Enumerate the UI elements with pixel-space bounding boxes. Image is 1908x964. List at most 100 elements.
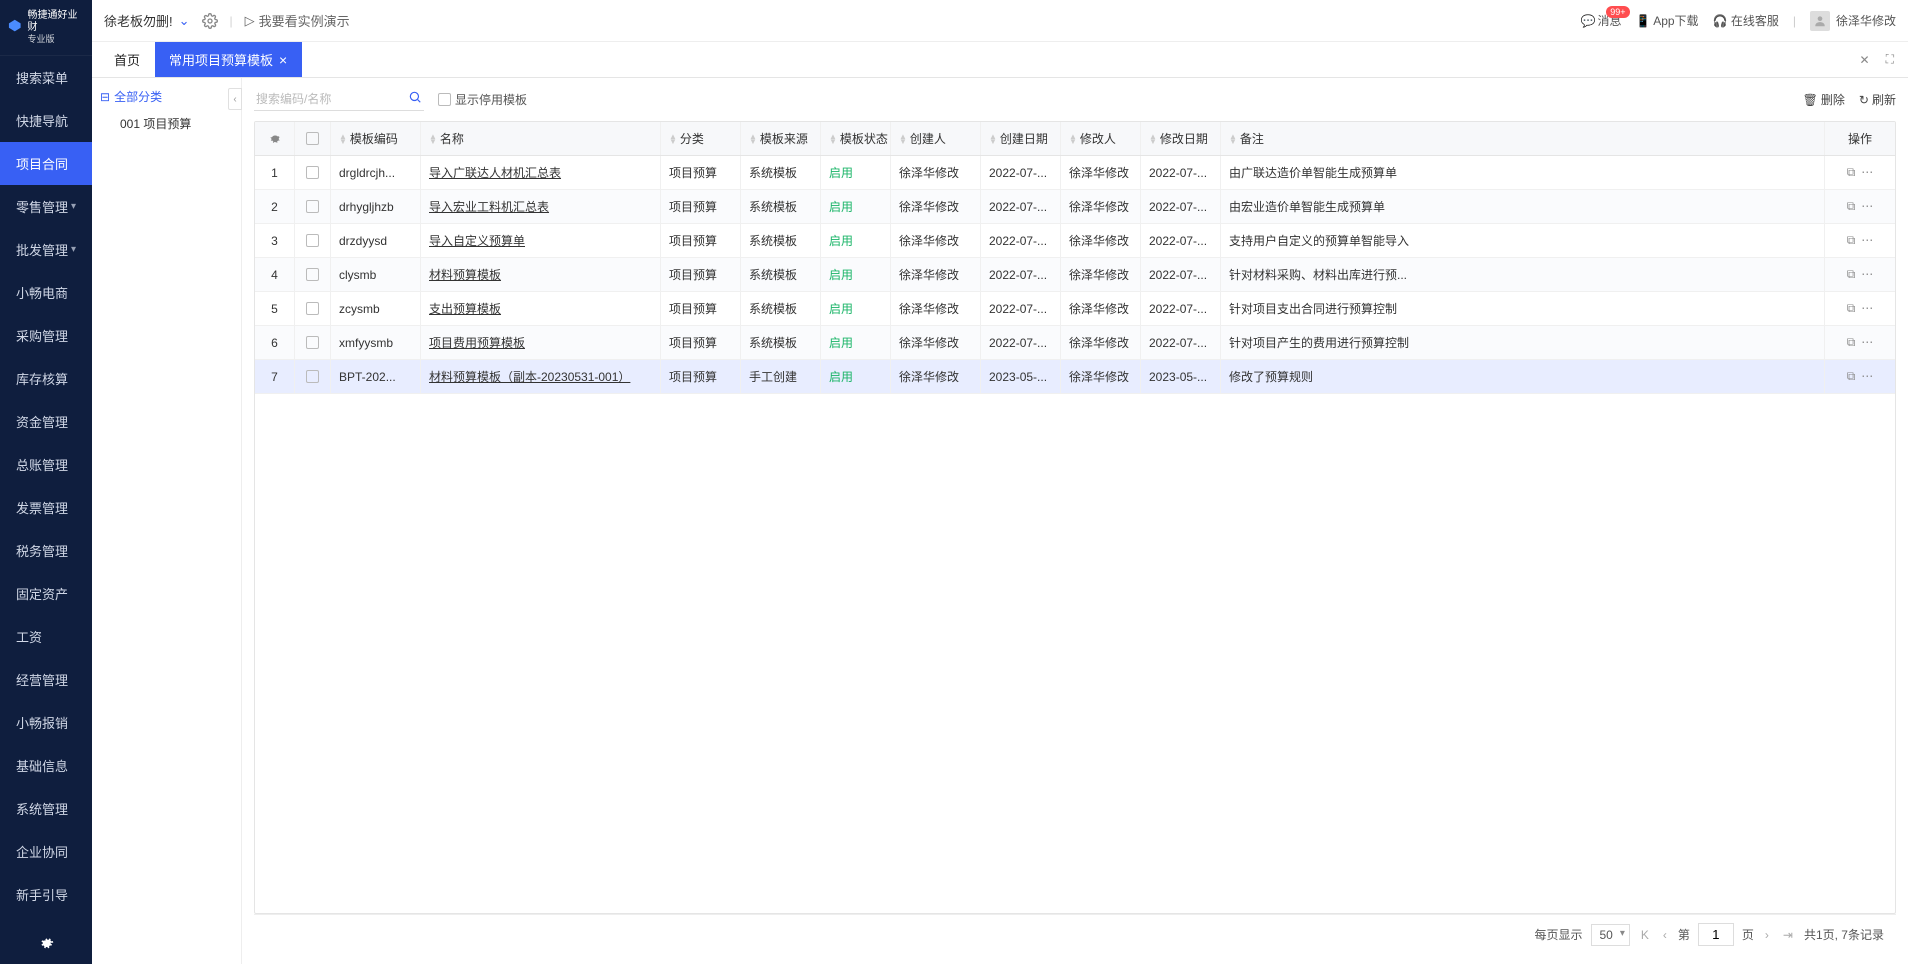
view-icon[interactable]: ⧉ xyxy=(1847,233,1856,248)
table-row[interactable]: 3drzdyysd导入自定义预算单项目预算系统模板启用徐泽华修改2022-07-… xyxy=(255,224,1895,258)
col-note[interactable]: ▲▼备注 xyxy=(1221,122,1825,155)
messages-badge: 99+ xyxy=(1606,6,1629,18)
row-checkbox[interactable] xyxy=(295,258,331,291)
sidebar-item-0[interactable]: 搜索菜单 xyxy=(0,56,92,99)
more-icon[interactable]: ⋯ xyxy=(1861,233,1873,248)
col-select-all[interactable] xyxy=(295,122,331,155)
row-creator: 徐泽华修改 xyxy=(891,326,981,359)
col-category[interactable]: ▲▼分类 xyxy=(661,122,741,155)
last-page-button[interactable]: ⇥ xyxy=(1780,928,1796,942)
row-name-link[interactable]: 支出预算模板 xyxy=(421,292,661,325)
sidebar-item-7[interactable]: 库存核算 xyxy=(0,357,92,400)
customer-service-button[interactable]: 🎧 在线客服 xyxy=(1713,12,1779,29)
user-menu[interactable]: 徐泽华修改 xyxy=(1810,11,1896,31)
row-name-link[interactable]: 导入自定义预算单 xyxy=(421,224,661,257)
show-disabled-checkbox[interactable]: 显示停用模板 xyxy=(438,91,527,108)
settings-icon[interactable] xyxy=(202,13,218,29)
view-icon[interactable]: ⧉ xyxy=(1847,267,1856,282)
table-row[interactable]: 1drgldrcjh...导入广联达人材机汇总表项目预算系统模板启用徐泽华修改2… xyxy=(255,156,1895,190)
row-name-link[interactable]: 导入宏业工料机汇总表 xyxy=(421,190,661,223)
sidebar-item-16[interactable]: 基础信息 xyxy=(0,744,92,787)
category-root[interactable]: ⊟ 全部分类 xyxy=(100,88,233,105)
first-page-button[interactable]: K xyxy=(1638,928,1652,942)
view-icon[interactable]: ⧉ xyxy=(1847,165,1856,180)
col-source[interactable]: ▲▼模板来源 xyxy=(741,122,821,155)
row-source: 手工创建 xyxy=(741,360,821,393)
per-page-select[interactable]: 50 xyxy=(1591,924,1630,946)
table-row[interactable]: 5zcysmb支出预算模板项目预算系统模板启用徐泽华修改2022-07-...徐… xyxy=(255,292,1895,326)
tab-current[interactable]: 常用项目预算模板 × xyxy=(155,42,302,77)
settings-button[interactable] xyxy=(0,925,92,964)
sidebar-item-19[interactable]: 新手引导 xyxy=(0,873,92,916)
sidebar-item-17[interactable]: 系统管理 xyxy=(0,787,92,830)
more-icon[interactable]: ⋯ xyxy=(1861,199,1873,214)
sidebar-item-12[interactable]: 固定资产 xyxy=(0,572,92,615)
row-checkbox[interactable] xyxy=(295,292,331,325)
more-icon[interactable]: ⋯ xyxy=(1861,267,1873,282)
row-name-link[interactable]: 导入广联达人材机汇总表 xyxy=(421,156,661,189)
view-icon[interactable]: ⧉ xyxy=(1847,301,1856,316)
demo-link[interactable]: ▷ 我要看实例演示 xyxy=(245,11,350,30)
sidebar-item-1[interactable]: 快捷导航 xyxy=(0,99,92,142)
org-selector[interactable]: 徐老板勿删! ⌄ xyxy=(104,11,190,30)
delete-button[interactable]: 🗑 删除 xyxy=(1803,91,1845,108)
row-checkbox[interactable] xyxy=(295,190,331,223)
close-tab-icon[interactable]: × xyxy=(279,52,287,68)
sidebar-item-8[interactable]: 资金管理 xyxy=(0,400,92,443)
sidebar-item-5[interactable]: 小畅电商 xyxy=(0,271,92,314)
sidebar-item-3[interactable]: 零售管理▾ xyxy=(0,185,92,228)
col-code[interactable]: ▲▼模板编码 xyxy=(331,122,421,155)
search-input[interactable] xyxy=(254,88,424,111)
expand-icon[interactable]: ⛶ xyxy=(1882,48,1898,71)
sidebar-item-6[interactable]: 采购管理 xyxy=(0,314,92,357)
close-all-tabs-icon[interactable]: ✕ xyxy=(1856,49,1874,71)
table-row[interactable]: 7BPT-202...材料预算模板（副本-20230531-001）项目预算手工… xyxy=(255,360,1895,394)
sidebar-item-14[interactable]: 经营管理 xyxy=(0,658,92,701)
refresh-button[interactable]: ↻ 刷新 xyxy=(1859,91,1896,108)
col-name[interactable]: ▲▼名称 xyxy=(421,122,661,155)
page-input[interactable] xyxy=(1698,923,1734,946)
view-icon[interactable]: ⧉ xyxy=(1847,369,1856,384)
more-icon[interactable]: ⋯ xyxy=(1861,301,1873,316)
row-checkbox[interactable] xyxy=(295,224,331,257)
row-name-link[interactable]: 项目费用预算模板 xyxy=(421,326,661,359)
row-creator: 徐泽华修改 xyxy=(891,156,981,189)
col-modifier[interactable]: ▲▼修改人 xyxy=(1061,122,1141,155)
col-cdate[interactable]: ▲▼创建日期 xyxy=(981,122,1061,155)
col-creator[interactable]: ▲▼创建人 xyxy=(891,122,981,155)
row-checkbox[interactable] xyxy=(295,326,331,359)
sidebar-item-2[interactable]: 项目合同 xyxy=(0,142,92,185)
prev-page-button[interactable]: ‹ xyxy=(1660,928,1670,942)
sidebar-item-18[interactable]: 企业协同 xyxy=(0,830,92,873)
view-icon[interactable]: ⧉ xyxy=(1847,335,1856,350)
search-icon[interactable] xyxy=(408,90,422,107)
sidebar-item-4[interactable]: 批发管理▾ xyxy=(0,228,92,271)
row-checkbox[interactable] xyxy=(295,156,331,189)
col-status[interactable]: ▲▼模板状态 xyxy=(821,122,891,155)
view-icon[interactable]: ⧉ xyxy=(1847,199,1856,214)
page-summary: 共1页, 7条记录 xyxy=(1804,926,1884,943)
more-icon[interactable]: ⋯ xyxy=(1861,335,1873,350)
row-name-link[interactable]: 材料预算模板 xyxy=(421,258,661,291)
row-name-link[interactable]: 材料预算模板（副本-20230531-001） xyxy=(421,360,661,393)
tab-home[interactable]: 首页 xyxy=(100,42,155,77)
next-page-button[interactable]: › xyxy=(1762,928,1772,942)
row-checkbox[interactable] xyxy=(295,360,331,393)
sidebar-item-10[interactable]: 发票管理 xyxy=(0,486,92,529)
category-item[interactable]: 001 项目预算 xyxy=(100,105,233,132)
table-row[interactable]: 6xmfyysmb项目费用预算模板项目预算系统模板启用徐泽华修改2022-07-… xyxy=(255,326,1895,360)
app-download-button[interactable]: 📱 App下载 xyxy=(1636,12,1699,29)
table-row[interactable]: 4clysmb材料预算模板项目预算系统模板启用徐泽华修改2022-07-...徐… xyxy=(255,258,1895,292)
more-icon[interactable]: ⋯ xyxy=(1861,165,1873,180)
sidebar-item-9[interactable]: 总账管理 xyxy=(0,443,92,486)
col-settings[interactable] xyxy=(255,122,295,155)
more-icon[interactable]: ⋯ xyxy=(1861,369,1873,384)
sidebar-item-13[interactable]: 工资 xyxy=(0,615,92,658)
sidebar-item-15[interactable]: 小畅报销 xyxy=(0,701,92,744)
messages-button[interactable]: 💬 消息 99+ xyxy=(1581,12,1622,29)
collapse-panel-button[interactable]: ‹ xyxy=(228,88,242,110)
col-mdate[interactable]: ▲▼修改日期 xyxy=(1141,122,1221,155)
table-row[interactable]: 2drhygljhzb导入宏业工料机汇总表项目预算系统模板启用徐泽华修改2022… xyxy=(255,190,1895,224)
checkbox-icon xyxy=(438,93,451,106)
sidebar-item-11[interactable]: 税务管理 xyxy=(0,529,92,572)
